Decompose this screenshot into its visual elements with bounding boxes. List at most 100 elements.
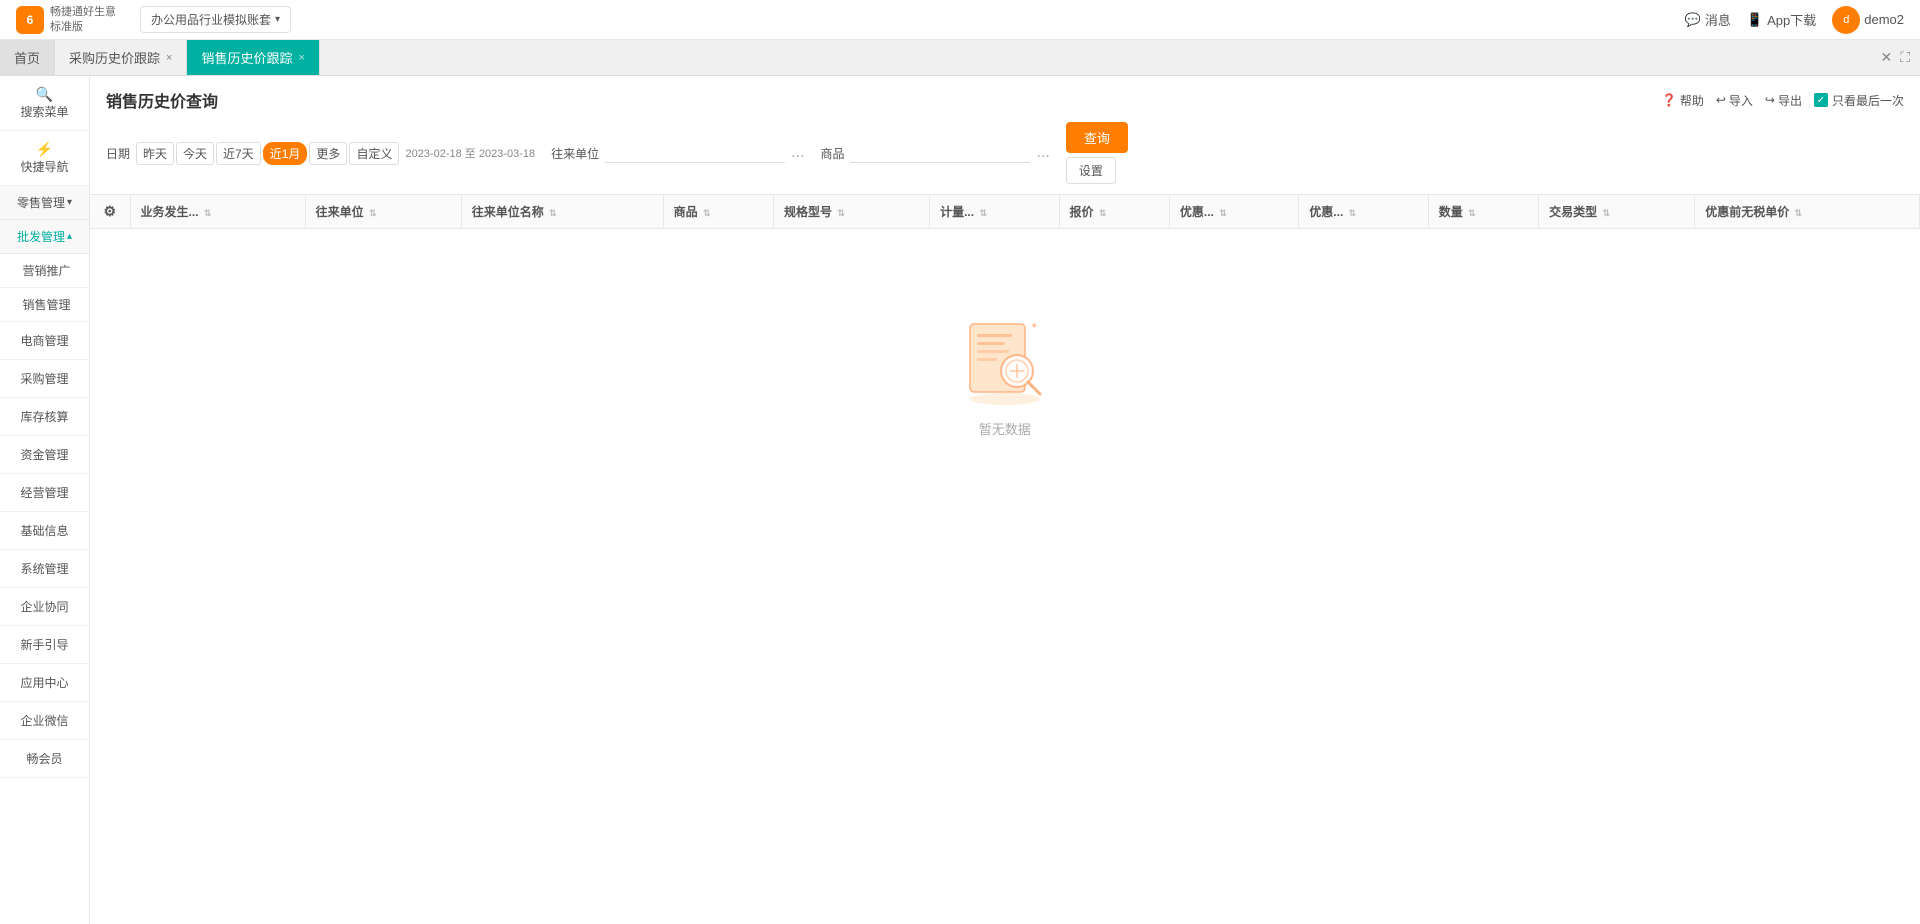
empty-state-row: ✦ · 暂无数据 [90,229,1920,519]
sort-icon: ⇅ [1468,208,1476,218]
sidebar: 🔍 搜索菜单 ⚡ 快捷导航 零售管理 ▾ 批发管理 ▴ 营销推广 销售管理 电商… [0,76,90,924]
column-gear[interactable]: ⚙ [90,195,130,229]
empty-state-cell: ✦ · 暂无数据 [90,229,1920,519]
export-link[interactable]: ↪ 导出 [1765,92,1802,109]
date-range-display: 2023-02-18 至 2023-03-18 [405,145,535,161]
tab-purchase-history[interactable]: 采购历史价跟踪 × [55,40,187,75]
column-partner-code[interactable]: 往来单位 ⇅ [305,195,461,229]
column-spec[interactable]: 规格型号 ⇅ [773,195,929,229]
sort-icon: ⇅ [979,208,987,218]
sidebar-item-shortcuts[interactable]: ⚡ 快捷导航 [0,131,89,186]
app-selector-label: 办公用品行业模拟账套 [151,11,271,28]
user-profile[interactable]: d demo2 [1832,6,1904,34]
app-selector[interactable]: 办公用品行业模拟账套 ▾ [140,6,291,33]
table-header: ⚙ 业务发生... ⇅ 往来单位 ⇅ 往来单位名称 ⇅ [90,195,1920,229]
download-button[interactable]: 📱 App下载 [1747,10,1816,29]
logo-area: 6 畅捷通好生意 标准版 [16,5,116,34]
date-btn-1month[interactable]: 近1月 [263,142,308,165]
product-filter: 商品 ... [820,144,1049,163]
sort-icon: ⇅ [703,208,711,218]
maximize-icon[interactable]: ⛶ [1900,49,1910,66]
column-trade-type[interactable]: 交易类型 ⇅ [1539,195,1695,229]
sidebar-item-wholesale[interactable]: 批发管理 ▴ [0,220,89,254]
topbar-left: 6 畅捷通好生意 标准版 办公用品行业模拟账套 ▾ [16,5,291,34]
only-last-checkbox[interactable]: ✓ 只看最后一次 [1814,92,1904,109]
partner-label: 往来单位 [551,145,599,162]
empty-illustration: ✦ · [945,309,1065,409]
sidebar-item-inventory[interactable]: 库存核算 [0,398,89,436]
sidebar-item-newguide-label: 新手引导 [4,636,85,653]
sidebar-item-purchase[interactable]: 采购管理 [0,360,89,398]
sidebar-item-member-label: 畅会员 [4,750,85,767]
partner-filter: 往来单位 ... [551,144,804,163]
topbar: 6 畅捷通好生意 标准版 办公用品行业模拟账套 ▾ 💬 消息 📱 App下载 d… [0,0,1920,40]
sidebar-item-member[interactable]: 畅会员 [0,740,89,778]
column-discount2[interactable]: 优惠... ⇅ [1299,195,1428,229]
column-product[interactable]: 商品 ⇅ [663,195,773,229]
sidebar-item-operations[interactable]: 经营管理 [0,474,89,512]
sidebar-item-retail[interactable]: 零售管理 ▾ [0,186,89,220]
filter-row: 日期 昨天 今天 近7天 近1月 更多 自定义 2023-02-18 至 202… [106,122,1904,194]
product-dots-button[interactable]: ... [1036,144,1049,162]
sidebar-item-wechat-label: 企业微信 [4,712,85,729]
tab-sales-history[interactable]: 销售历史价跟踪 × [187,40,319,75]
sidebar-item-purchase-label: 采购管理 [4,370,85,387]
sidebar-item-newguide[interactable]: 新手引导 [0,626,89,664]
sidebar-item-system[interactable]: 系统管理 [0,550,89,588]
chevron-down-icon: ▾ [67,197,72,208]
logo-icon: 6 [16,6,44,34]
topbar-right: 💬 消息 📱 App下载 d demo2 [1685,6,1904,34]
date-btn-7days[interactable]: 近7天 [216,142,261,165]
sidebar-item-search-label: 搜索菜单 [4,103,85,120]
table-header-row: ⚙ 业务发生... ⇅ 往来单位 ⇅ 往来单位名称 ⇅ [90,195,1920,229]
sidebar-item-shortcuts-label: 快捷导航 [4,158,85,175]
help-link[interactable]: ❓ 帮助 [1662,92,1704,109]
sidebar-item-basics[interactable]: 基础信息 [0,512,89,550]
gear-icon[interactable]: ⚙ [103,203,116,219]
tab-sales-history-close[interactable]: × [298,52,304,64]
column-qty[interactable]: 数量 ⇅ [1428,195,1538,229]
search-button[interactable]: 查询 [1066,122,1128,153]
partner-input[interactable] [605,144,785,163]
column-discount1[interactable]: 优惠... ⇅ [1169,195,1298,229]
sidebar-item-ecommerce[interactable]: 电商管理 [0,322,89,360]
sidebar-item-marketing-label: 营销推广 [8,262,85,279]
tab-purchase-history-close[interactable]: × [166,52,172,64]
column-biz-date[interactable]: 业务发生... ⇅ [130,195,305,229]
import-link[interactable]: ↩ 导入 [1716,92,1753,109]
sidebar-item-retail-label: 零售管理 [17,194,65,211]
sidebar-item-enterprise[interactable]: 企业协同 [0,588,89,626]
column-partner-name[interactable]: 往来单位名称 ⇅ [461,195,663,229]
date-btn-today[interactable]: 今天 [176,142,214,165]
sidebar-item-search[interactable]: 🔍 搜索菜单 [0,76,89,131]
column-unit[interactable]: 计量... ⇅ [930,195,1059,229]
table-container: ⚙ 业务发生... ⇅ 往来单位 ⇅ 往来单位名称 ⇅ [90,195,1920,924]
message-button[interactable]: 💬 消息 [1685,10,1731,29]
partner-input-group: ... [605,144,804,163]
settings-button[interactable]: 设置 [1066,157,1116,184]
sidebar-item-appstore[interactable]: 应用中心 [0,664,89,702]
close-all-icon[interactable]: ✕ [1880,49,1892,66]
sidebar-item-finance-label: 资金管理 [4,446,85,463]
sidebar-item-marketing[interactable]: 营销推广 [0,254,89,288]
date-btn-more[interactable]: 更多 [309,142,347,165]
product-input[interactable] [850,144,1030,163]
date-btn-yesterday[interactable]: 昨天 [136,142,174,165]
chevron-down-icon: ▾ [275,14,280,25]
sidebar-item-sales-mgmt[interactable]: 销售管理 [0,288,89,322]
product-label: 商品 [820,145,844,162]
partner-dots-button[interactable]: ... [791,144,804,162]
tab-home[interactable]: 首页 [0,40,55,75]
date-btn-custom[interactable]: 自定义 [349,142,399,165]
content-area: 销售历史价查询 ❓ 帮助 ↩ 导入 ↪ 导出 ✓ [90,76,1920,924]
column-quote[interactable]: 报价 ⇅ [1059,195,1169,229]
sort-icon: ⇅ [837,208,845,218]
product-input-group: ... [850,144,1049,163]
chevron-up-icon: ▴ [67,231,72,242]
sidebar-item-wholesale-label: 批发管理 [17,228,65,245]
sidebar-item-finance[interactable]: 资金管理 [0,436,89,474]
sidebar-item-wechat[interactable]: 企业微信 [0,702,89,740]
message-icon: 💬 [1685,12,1701,28]
column-pretax-price[interactable]: 优惠前无税单价 ⇅ [1695,195,1920,229]
username-label: demo2 [1864,12,1904,27]
